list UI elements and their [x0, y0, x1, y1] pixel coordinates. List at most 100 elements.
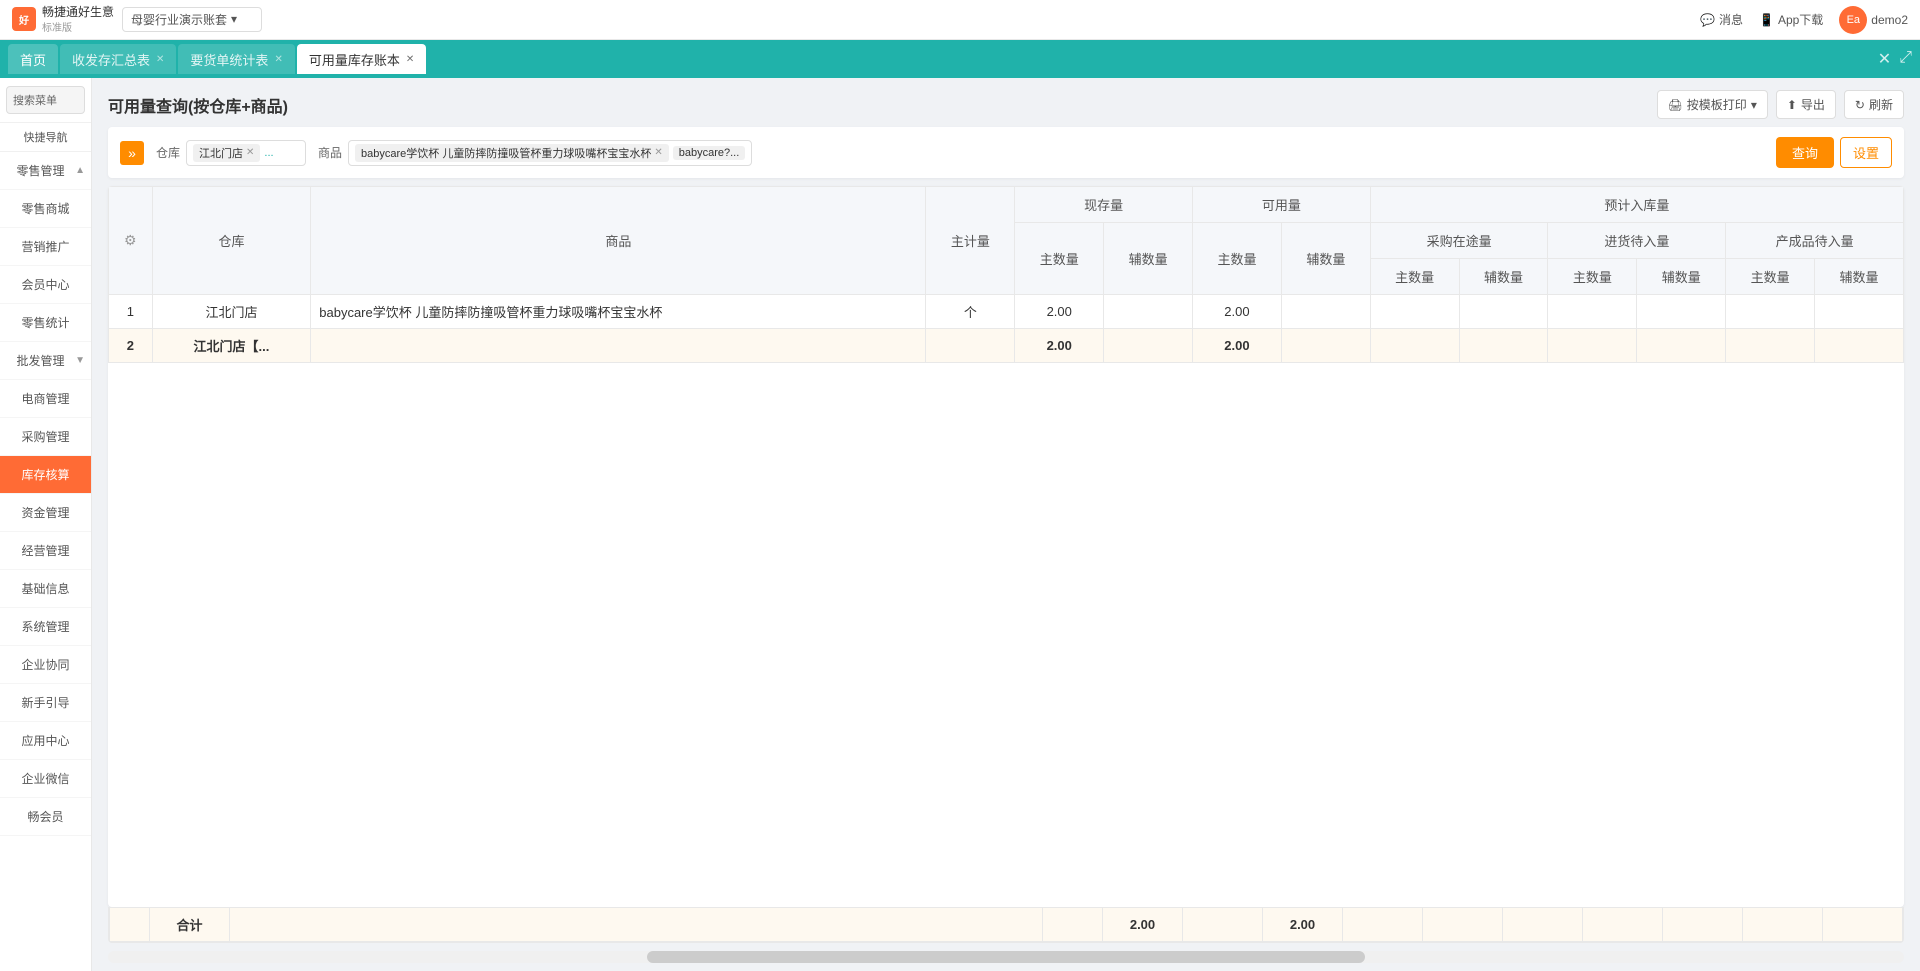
sidebar-item-member[interactable]: 会员中心 — [0, 266, 91, 304]
tab-receive[interactable]: 收发存汇总表 ✕ — [60, 44, 176, 74]
sidebar-item-inventory[interactable]: 库存核算 — [0, 456, 91, 494]
product-tag-1-close[interactable]: ✕ — [654, 147, 662, 158]
col-pt-aux-header: 辅数量 — [1459, 259, 1548, 295]
sidebar-item-retail-mgmt[interactable]: 零售管理 ▲ — [0, 152, 91, 190]
page-header: 可用量查询(按仓库+商品) 🖨 按模板打印 ▾ ⬆ 导出 ↻ 刷新 — [92, 78, 1920, 127]
chevron-down-icon: ▾ — [231, 12, 237, 26]
col-settings-header[interactable]: ⚙ — [109, 187, 153, 295]
sidebar-item-retail-mall[interactable]: 零售商城 — [0, 190, 91, 228]
app-download-btn[interactable]: 📱 App下载 — [1759, 11, 1823, 28]
sidebar-item-newbie-label: 新手引导 — [6, 694, 85, 711]
sidebar-item-vip[interactable]: 畅会员 — [0, 798, 91, 836]
tab-available-stock-close[interactable]: ✕ — [406, 54, 414, 65]
sidebar-item-retail-stat[interactable]: 零售统计 — [0, 304, 91, 342]
sidebar-item-finance[interactable]: 资金管理 — [0, 494, 91, 532]
sidebar-item-enterprise-label: 企业协同 — [6, 656, 85, 673]
top-bar: 好 畅捷通好生意 标准版 母婴行业演示账套 ▾ 💬 消息 📱 App下载 Ea … — [0, 0, 1920, 40]
col-gp-aux-header: 辅数量 — [1637, 259, 1726, 295]
table-row: 1 江北门店 babycare学饮杯 儿童防摔防撞吸管杯重力球吸嘴杯宝宝水杯 个… — [109, 295, 1904, 329]
row2-avail-main: 2.00 — [1193, 329, 1282, 363]
data-table: ⚙ 仓库 商品 主计量 现存量 可用量 预计入库量 主数量 辅数量 主数量 辅数… — [108, 186, 1904, 363]
avatar: Ea — [1839, 6, 1867, 34]
sidebar-item-app-center-label: 应用中心 — [6, 732, 85, 749]
row2-product — [311, 329, 926, 363]
horizontal-scrollbar[interactable] — [108, 951, 1904, 963]
row1-pt-main — [1370, 295, 1459, 329]
col-expected-in-header: 预计入库量 — [1370, 187, 1903, 223]
export-btn[interactable]: ⬆ 导出 — [1776, 90, 1836, 119]
filter-expand-btn[interactable]: » — [120, 141, 144, 165]
warehouse-tags[interactable]: 江北门店 ✕ ... — [186, 140, 306, 166]
row2-avail-aux — [1281, 329, 1370, 363]
app-download-label: App下载 — [1778, 11, 1823, 28]
row1-avail-aux — [1281, 295, 1370, 329]
row1-avail-main: 2.00 — [1193, 295, 1282, 329]
table-footer: 合计 2.00 2.00 — [108, 907, 1904, 943]
col-warehouse-header: 仓库 — [152, 187, 311, 295]
footer-avail-main: 2.00 — [1263, 908, 1343, 942]
sidebar-item-purchase[interactable]: 采购管理 — [0, 418, 91, 456]
row1-fp-main — [1726, 295, 1815, 329]
sidebar-item-newbie[interactable]: 新手引导 — [0, 684, 91, 722]
tab-home[interactable]: 首页 — [8, 44, 58, 74]
sidebar-item-inventory-label: 库存核算 — [6, 466, 85, 483]
warehouse-label: 仓库 — [156, 144, 180, 161]
sidebar-item-app-center[interactable]: 应用中心 — [0, 722, 91, 760]
col-purchase-transit-header: 采购在途量 — [1370, 223, 1548, 259]
row1-pt-aux — [1459, 295, 1548, 329]
refresh-btn[interactable]: ↻ 刷新 — [1844, 90, 1904, 119]
page-actions: 🖨 按模板打印 ▾ ⬆ 导出 ↻ 刷新 — [1657, 90, 1904, 119]
warehouse-more-btn[interactable]: ... — [264, 147, 273, 159]
sidebar: 搜索菜单 快捷导航 零售管理 ▲ 零售商城 营销推广 会员中心 零售统计 批发管… — [0, 78, 92, 971]
tab-order-stat[interactable]: 要货单统计表 ✕ — [178, 44, 294, 74]
row2-cur-main: 2.00 — [1015, 329, 1104, 363]
row2-gp-aux — [1637, 329, 1726, 363]
settings-icon[interactable]: ⚙ — [124, 232, 137, 248]
product-tags[interactable]: babycare学饮杯 儿童防摔防撞吸管杯重力球吸嘴杯宝宝水杯 ✕ babyca… — [348, 140, 752, 166]
sidebar-item-enterprise-wechat[interactable]: 企业微信 — [0, 760, 91, 798]
row1-gp-main — [1548, 295, 1637, 329]
top-bar-left: 好 畅捷通好生意 标准版 母婴行业演示账套 ▾ — [12, 5, 262, 34]
tab-available-stock[interactable]: 可用量库存账本 ✕ — [297, 44, 426, 74]
sidebar-item-enterprise[interactable]: 企业协同 — [0, 646, 91, 684]
settings-btn[interactable]: 设置 — [1840, 137, 1892, 168]
tab-maximize-icon[interactable]: ⤢ — [1899, 49, 1912, 69]
row1-unit: 个 — [926, 295, 1015, 329]
product-tag-1-label: babycare学饮杯 儿童防摔防撞吸管杯重力球吸嘴杯宝宝水杯 — [361, 145, 651, 161]
scrollbar-thumb[interactable] — [647, 951, 1365, 963]
tab-close-all-icon[interactable]: ✕ — [1878, 49, 1891, 69]
table-wrapper: ⚙ 仓库 商品 主计量 现存量 可用量 预计入库量 主数量 辅数量 主数量 辅数… — [108, 186, 1904, 907]
tab-home-label: 首页 — [20, 50, 46, 69]
sidebar-item-ecommerce[interactable]: 电商管理 — [0, 380, 91, 418]
sidebar-item-operations[interactable]: 经营管理 — [0, 532, 91, 570]
template-print-btn[interactable]: 🖨 按模板打印 ▾ — [1657, 90, 1768, 119]
col-pt-main-header: 主数量 — [1370, 259, 1459, 295]
sidebar-search-area: 搜索菜单 — [0, 78, 91, 123]
sidebar-item-wholesale-mgmt[interactable]: 批发管理 ▼ — [0, 342, 91, 380]
sidebar-item-operations-label: 经营管理 — [6, 542, 85, 559]
footer-label: 合计 — [150, 908, 230, 942]
sidebar-search-btn[interactable]: 搜索菜单 — [6, 86, 85, 114]
industry-selector[interactable]: 母婴行业演示账套 ▾ — [122, 7, 262, 32]
warehouse-tag-jb-close[interactable]: ✕ — [246, 147, 254, 158]
tab-available-stock-label: 可用量库存账本 — [309, 50, 400, 69]
logo-sub: 标准版 — [42, 19, 114, 34]
tab-bar: 首页 收发存汇总表 ✕ 要货单统计表 ✕ 可用量库存账本 ✕ ✕ ⤢ — [0, 40, 1920, 78]
table-row: 2 江北门店【... 2.00 2.00 — [109, 329, 1904, 363]
sidebar-item-retail-mall-label: 零售商城 — [6, 200, 85, 217]
message-btn[interactable]: 💬 消息 — [1700, 11, 1743, 28]
page-title: 可用量查询(按仓库+商品) — [108, 93, 288, 117]
col-fp-aux-header: 辅数量 — [1815, 259, 1904, 295]
sidebar-quick-nav[interactable]: 快捷导航 — [0, 123, 91, 152]
col-goods-pending-header: 进货待入量 — [1548, 223, 1726, 259]
user-area[interactable]: Ea demo2 — [1839, 6, 1908, 34]
sidebar-item-system[interactable]: 系统管理 — [0, 608, 91, 646]
tab-order-stat-close[interactable]: ✕ — [274, 54, 282, 65]
query-btn[interactable]: 查询 — [1776, 137, 1834, 168]
sidebar-item-basic-info[interactable]: 基础信息 — [0, 570, 91, 608]
tab-receive-close[interactable]: ✕ — [156, 54, 164, 65]
sidebar-item-marketing[interactable]: 营销推广 — [0, 228, 91, 266]
logo-icon: 好 — [12, 7, 36, 31]
tab-bar-right: ✕ ⤢ — [1878, 49, 1912, 69]
chevron-icon: ▲ — [75, 165, 85, 176]
